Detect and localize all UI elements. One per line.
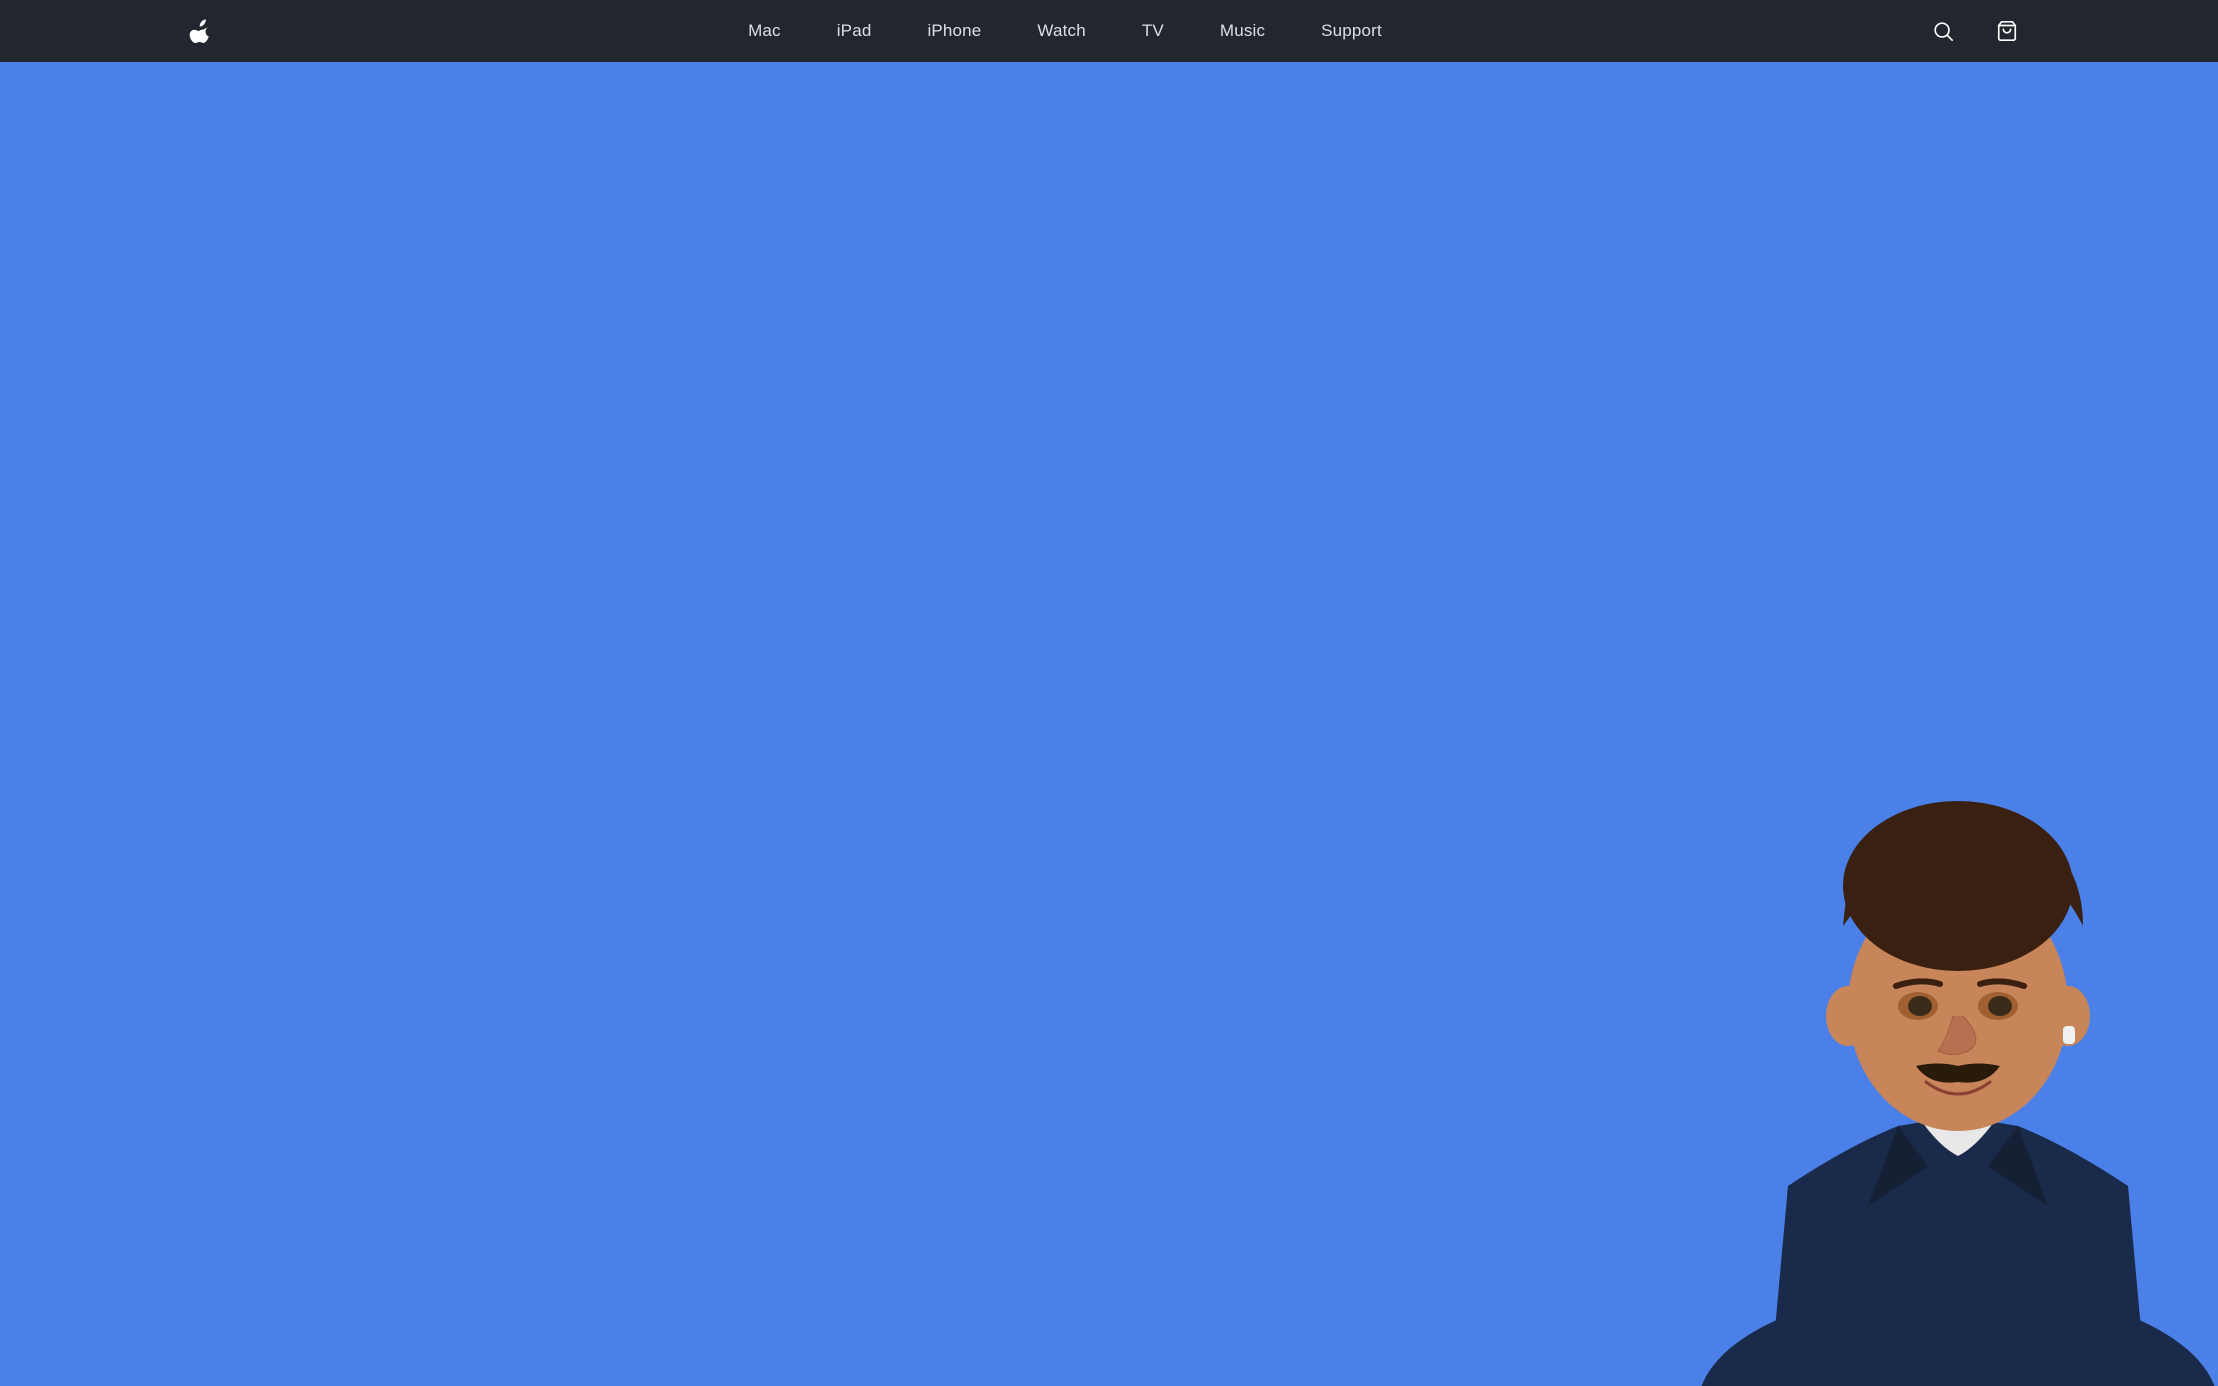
search-icon[interactable] [1921, 9, 1965, 53]
nav-links: Mac iPad iPhone Watch TV Music Support [209, 21, 1921, 41]
nav-item-tv[interactable]: TV [1114, 21, 1192, 41]
person-figure [1668, 586, 2218, 1386]
bag-icon[interactable] [1985, 9, 2029, 53]
navbar: Mac iPad iPhone Watch TV Music Support [0, 0, 2218, 62]
nav-item-watch[interactable]: Watch [1009, 21, 1113, 41]
nav-item-ipad[interactable]: iPad [809, 21, 900, 41]
main-content [0, 62, 2218, 1386]
nav-item-support[interactable]: Support [1293, 21, 1410, 41]
nav-item-iphone[interactable]: iPhone [899, 21, 1009, 41]
nav-item-mac[interactable]: Mac [720, 21, 809, 41]
nav-icons [1921, 9, 2029, 53]
nav-item-music[interactable]: Music [1192, 21, 1293, 41]
apple-logo[interactable] [189, 19, 209, 43]
